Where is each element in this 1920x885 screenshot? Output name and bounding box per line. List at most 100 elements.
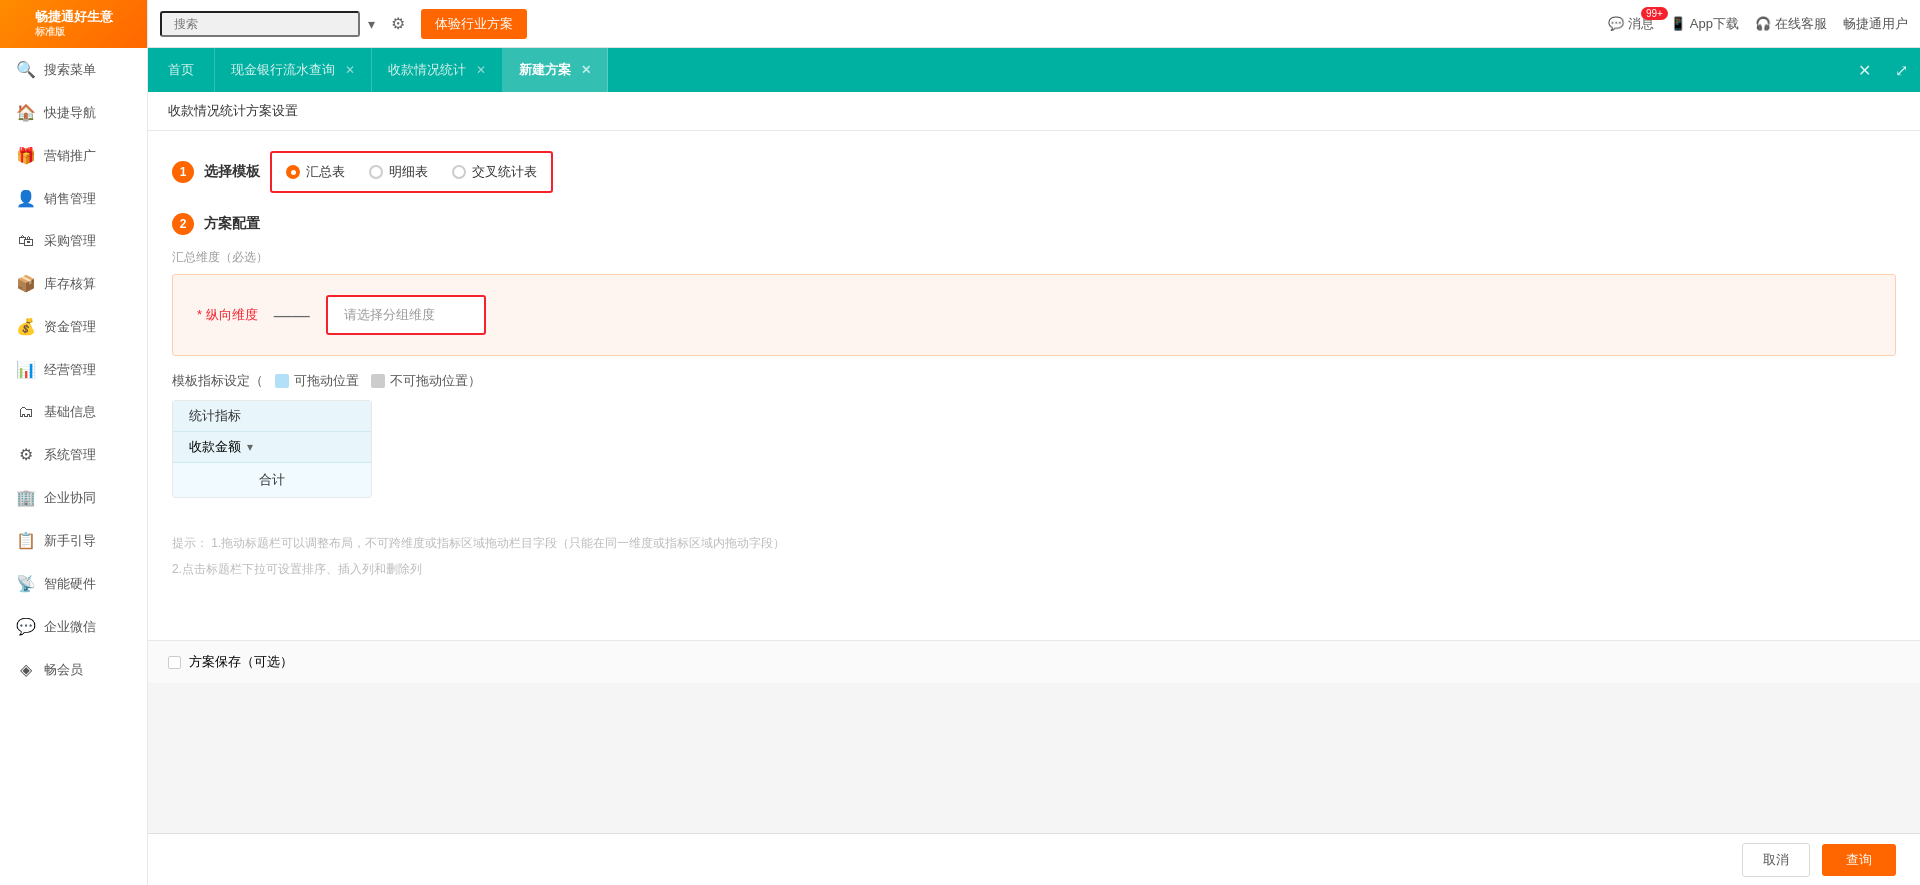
- tab-close-new-plan[interactable]: ✕: [581, 63, 591, 77]
- sidebar-logo: 畅捷通好生意 标准版: [0, 0, 147, 48]
- form-container: 1 选择模板 汇总表 明细表 交叉统计表: [148, 131, 1920, 640]
- step1-section: 1 选择模板 汇总表 明细表 交叉统计表: [172, 151, 1896, 193]
- tab-label-new-plan: 新建方案: [519, 61, 571, 79]
- legend-draggable-item: 可拖动位置: [275, 372, 359, 390]
- dimension-placeholder: 请选择分组维度: [344, 306, 435, 324]
- sidebar-icon-finance: 💰: [16, 317, 36, 336]
- radio-summary[interactable]: 汇总表: [286, 163, 345, 181]
- sidebar-icon-quick-nav: 🏠: [16, 103, 36, 122]
- query-button[interactable]: 查询: [1822, 844, 1896, 876]
- tab-close-collection-stat[interactable]: ✕: [476, 63, 486, 77]
- sidebar-item-inventory[interactable]: 📦库存核算: [0, 262, 147, 305]
- tab-close-bank-flow[interactable]: ✕: [345, 63, 355, 77]
- sidebar-label-enterprise: 企业协同: [44, 489, 96, 507]
- sidebar-icon-system: ⚙: [16, 445, 36, 464]
- tab-collection-stat[interactable]: 收款情况统计✕: [372, 48, 503, 92]
- sidebar-item-search-menu[interactable]: 🔍搜索菜单: [0, 48, 147, 91]
- bottom-bar: 取消 查询: [148, 833, 1920, 885]
- sidebar-icon-member: ◈: [16, 660, 36, 679]
- metrics-section: 模板指标设定（ 可拖动位置 不可拖动位置）: [172, 372, 1896, 501]
- sidebar-label-hardware: 智能硬件: [44, 575, 96, 593]
- sidebar-icon-newbie: 📋: [16, 531, 36, 550]
- legend-draggable-color: [275, 374, 289, 388]
- sidebar-item-hardware[interactable]: 📡 智能硬件: [0, 562, 147, 605]
- column-dropdown-icon[interactable]: ▾: [247, 440, 253, 454]
- header-right: 💬 消息 99+ 📱 App下载 🎧 在线客服 畅捷通用户: [1608, 15, 1908, 33]
- sidebar-label-wechat: 企业微信: [44, 618, 96, 636]
- sidebar-label-newbie: 新手引导: [44, 532, 96, 550]
- sidebar-icon-search-menu: 🔍: [16, 60, 36, 79]
- sidebar-item-enterprise[interactable]: 🏢企业协同: [0, 476, 147, 519]
- main-area: ▾ ⚙ 体验行业方案 💬 消息 99+ 📱 App下载 🎧 在线客服 畅捷通用户: [148, 0, 1920, 885]
- sidebar-item-wechat[interactable]: 💬企业微信: [0, 605, 147, 648]
- sidebar-label-marketing: 营销推广: [44, 147, 96, 165]
- legend-fixed-item: 不可拖动位置）: [371, 372, 481, 390]
- sidebar-item-purchase[interactable]: 🛍采购管理: [0, 220, 147, 262]
- tab-bar: 首页现金银行流水查询✕收款情况统计✕新建方案✕ ✕ ⤢: [148, 48, 1920, 92]
- sidebar-item-sales[interactable]: 👤 销售管理: [0, 177, 147, 220]
- sidebar-item-marketing[interactable]: 🎁营销推广: [0, 134, 147, 177]
- sidebar-nav: 🔍搜索菜单🏠快捷导航🎁营销推广 👤 销售管理 🛍采购管理📦库存核算 💰 资金管理 📊经营管理…: [0, 48, 147, 885]
- close-window-button[interactable]: ✕: [1846, 48, 1883, 92]
- radio-summary-circle: [286, 165, 300, 179]
- download-icon: 📱: [1670, 16, 1686, 31]
- radio-detail[interactable]: 明细表: [369, 163, 428, 181]
- sidebar: 畅捷通好生意 标准版 🔍搜索菜单🏠快捷导航🎁营销推广 👤 销售管理 🛍采购管理📦库存核…: [0, 0, 148, 885]
- sidebar-item-basic-info[interactable]: 🗂基础信息: [0, 391, 147, 433]
- tips-section: 提示： 1.拖动标题栏可以调整布局，不可跨维度或指标区域拖动栏目字段（只能在同一…: [172, 521, 1896, 596]
- column-header-text: 收款金额: [189, 438, 241, 456]
- sidebar-item-newbie[interactable]: 📋 新手引导: [0, 519, 147, 562]
- gear-icon[interactable]: ⚙: [383, 10, 413, 37]
- sidebar-label-operation: 经营管理: [44, 361, 96, 379]
- sidebar-label-sales: 销售管理: [44, 190, 96, 208]
- sidebar-icon-hardware: 📡: [16, 574, 36, 593]
- cancel-button[interactable]: 取消: [1742, 843, 1810, 877]
- save-label: 方案保存（可选）: [189, 653, 293, 671]
- user-name: 畅捷通用户: [1843, 15, 1908, 33]
- sidebar-label-finance: 资金管理: [44, 318, 96, 336]
- tab-bank-flow[interactable]: 现金银行流水查询 ✕: [215, 48, 372, 92]
- tab-home[interactable]: 首页: [148, 48, 215, 92]
- dimension-area: 纵向维度 —— 请选择分组维度: [172, 274, 1896, 356]
- dimension-label-text: 汇总维度（必选）: [172, 250, 268, 264]
- message-item[interactable]: 💬 消息 99+: [1608, 15, 1654, 33]
- dimension-arrow: ——: [274, 305, 310, 326]
- dropdown-icon[interactable]: ▾: [368, 16, 375, 32]
- subtotal-row: 合计: [173, 463, 371, 497]
- vertical-dimension-label: 纵向维度: [197, 306, 258, 324]
- page-content: 收款情况统计方案设置 1 选择模板 汇总表 明细表: [148, 92, 1920, 833]
- sidebar-item-finance[interactable]: 💰 资金管理: [0, 305, 147, 348]
- sidebar-item-member[interactable]: ◈畅会员: [0, 648, 147, 691]
- sidebar-icon-sales: 👤: [16, 189, 36, 208]
- tab-label-bank-flow: 现金银行流水查询: [231, 61, 335, 79]
- tip2: 2.点击标题栏下拉可设置排序、插入列和删除列: [172, 559, 1896, 581]
- legend-fixed-text: 不可拖动位置）: [390, 372, 481, 390]
- sidebar-item-system[interactable]: ⚙系统管理: [0, 433, 147, 476]
- user-name-item[interactable]: 畅捷通用户: [1843, 15, 1908, 33]
- service-item[interactable]: 🎧 在线客服: [1755, 15, 1827, 33]
- trial-button[interactable]: 体验行业方案: [421, 9, 527, 39]
- metrics-header-label: 统计指标: [189, 407, 241, 425]
- service-icon: 🎧: [1755, 16, 1771, 31]
- radio-cross-label: 交叉统计表: [472, 163, 537, 181]
- step1-number: 1: [172, 161, 194, 183]
- tip1: 提示： 1.拖动标题栏可以调整布局，不可跨维度或指标区域拖动栏目字段（只能在同一…: [172, 533, 1896, 555]
- template-options: 汇总表 明细表 交叉统计表: [270, 151, 553, 193]
- download-label: App下载: [1690, 15, 1739, 33]
- dimension-select[interactable]: 请选择分组维度: [326, 295, 486, 335]
- save-checkbox[interactable]: [168, 656, 181, 669]
- sidebar-item-quick-nav[interactable]: 🏠快捷导航: [0, 91, 147, 134]
- sidebar-item-operation[interactable]: 📊经营管理: [0, 348, 147, 391]
- radio-summary-label: 汇总表: [306, 163, 345, 181]
- search-input[interactable]: [160, 11, 360, 37]
- download-item[interactable]: 📱 App下载: [1670, 15, 1739, 33]
- message-icon: 💬: [1608, 16, 1624, 31]
- save-option: 方案保存（可选）: [148, 640, 1920, 683]
- sidebar-label-basic-info: 基础信息: [44, 403, 96, 421]
- tab-new-plan[interactable]: 新建方案 ✕: [503, 48, 608, 92]
- maximize-button[interactable]: ⤢: [1883, 48, 1920, 92]
- legend-fixed-color: [371, 374, 385, 388]
- dimension-section-label: 汇总维度（必选）: [172, 249, 1896, 266]
- radio-cross[interactable]: 交叉统计表: [452, 163, 537, 181]
- column-header-row[interactable]: 收款金额 ▾: [173, 432, 371, 463]
